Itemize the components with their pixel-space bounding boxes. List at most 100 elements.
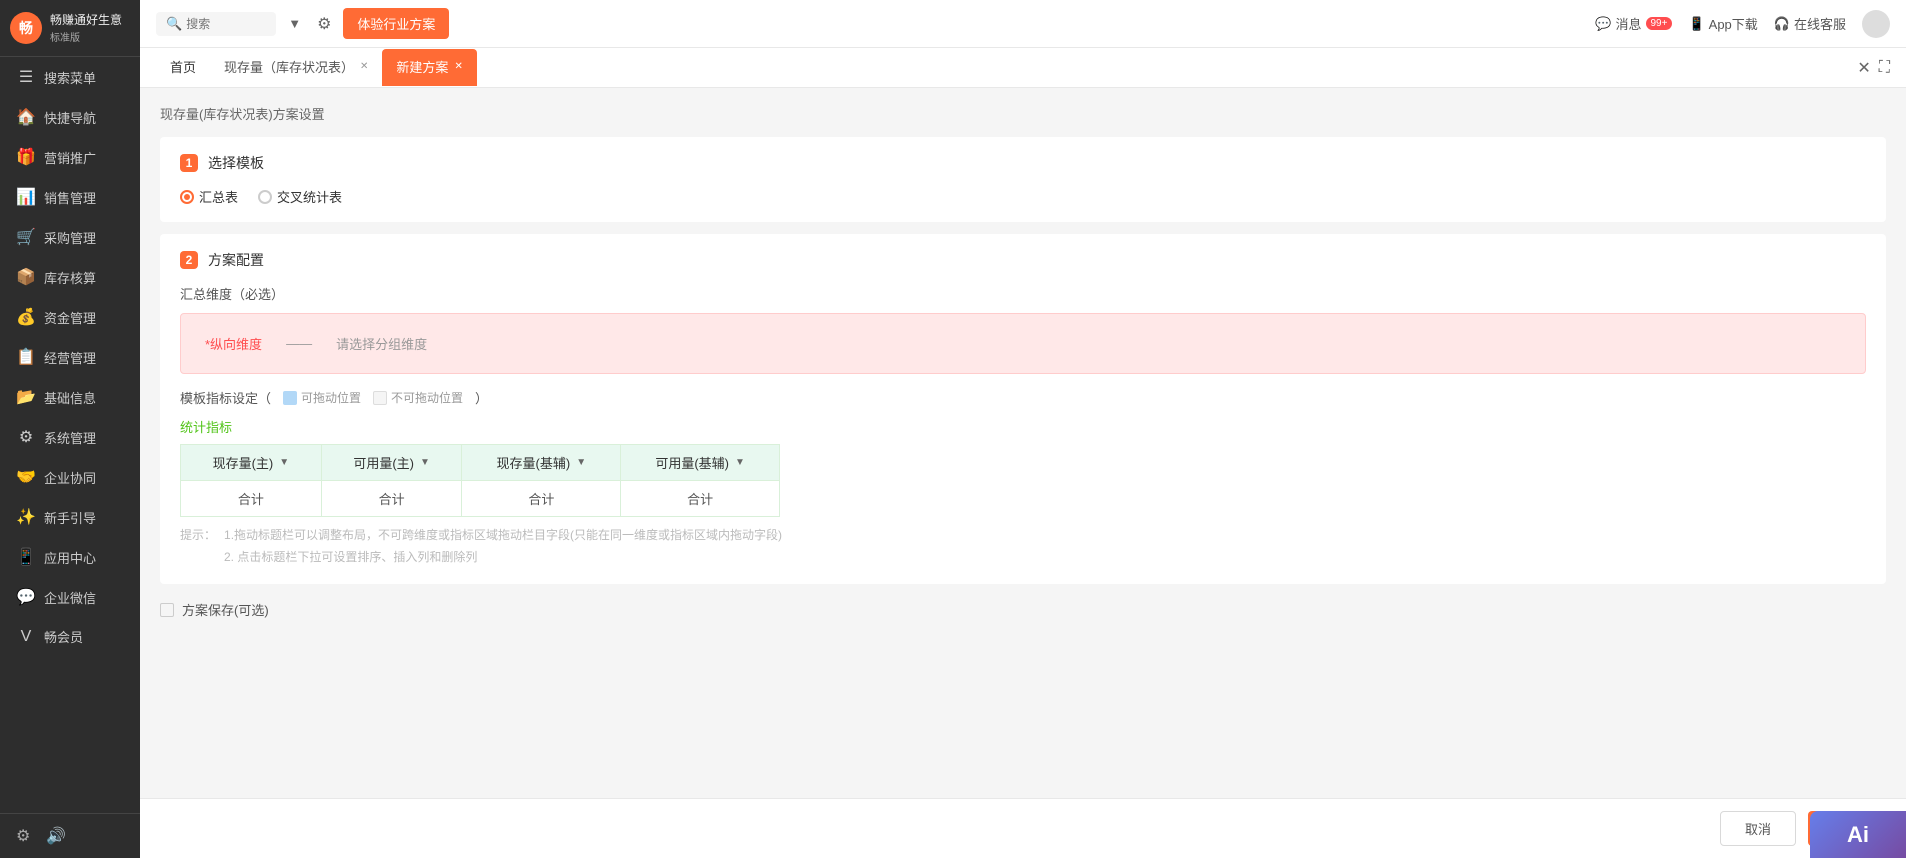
window-close-icon[interactable]: ✕	[1857, 58, 1870, 78]
section1-num: 1	[180, 154, 198, 172]
cell-00: 合计	[181, 481, 322, 517]
sidebar-item-label: 企业微信	[44, 588, 96, 607]
sidebar-item-appstore[interactable]: 📱 应用中心	[0, 537, 140, 577]
sound-icon[interactable]: 🔊	[46, 826, 66, 846]
tab-home[interactable]: 首页	[156, 49, 210, 86]
table-row: 合计 合计 合计 合计	[181, 481, 780, 517]
tab-inventory[interactable]: 现存量（库存状况表） ✕	[210, 49, 382, 86]
radio-dot-cross	[258, 190, 272, 204]
chevron-down-icon-1[interactable]: ▼	[420, 457, 430, 468]
cancel-button[interactable]: 取消	[1720, 811, 1796, 846]
industry-solution-button[interactable]: 体验行业方案	[343, 8, 449, 39]
clipboard-icon: 📋	[16, 347, 36, 367]
message-badge: 99+	[1646, 17, 1673, 30]
th-available-aux-label: 可用量(基辅)	[655, 453, 729, 472]
sidebar-item-label: 新手引导	[44, 508, 96, 527]
legend-movable: 可拖动位置	[283, 389, 361, 406]
online-service-button[interactable]: 🎧 在线客服	[1774, 14, 1846, 33]
dropdown-icon[interactable]: ▼	[288, 16, 301, 31]
ai-badge[interactable]: Ai	[1810, 811, 1906, 858]
box-icon: 📦	[16, 267, 36, 287]
search-box[interactable]: 🔍	[156, 12, 276, 36]
cell-02: 合计	[462, 481, 621, 517]
sidebar-item-marketing[interactable]: 🎁 营销推广	[0, 137, 140, 177]
dimension-area[interactable]: *纵向维度 —— 请选择分组维度	[180, 313, 1866, 374]
sidebar-bottom: ⚙ 🔊	[0, 813, 140, 858]
section-choose-template: 1 选择模板 汇总表 交叉统计表	[160, 137, 1886, 222]
sidebar-item-finance[interactable]: 💰 资金管理	[0, 297, 140, 337]
ai-label: Ai	[1847, 822, 1869, 848]
dim-label: *纵向维度	[205, 334, 262, 353]
user-avatar[interactable]	[1862, 10, 1890, 38]
sidebar-item-label: 销售管理	[44, 188, 96, 207]
tips-area: 提示：1.拖动标题栏可以调整布局，不可跨维度或指标区域拖动栏目字段(只能在同一维…	[180, 525, 1866, 568]
sidebar-item-purchase[interactable]: 🛒 采购管理	[0, 217, 140, 257]
tip-1: 1.拖动标题栏可以调整布局，不可跨维度或指标区域拖动栏目字段(只能在同一维度或指…	[224, 525, 782, 547]
tab-bar: 首页 现存量（库存状况表） ✕ 新建方案 ✕ ✕ ⛶	[140, 48, 1906, 88]
legend-fixed: 不可拖动位置	[373, 389, 463, 406]
topbar-right: 💬 消息 99+ 📱 App下载 🎧 在线客服	[1595, 10, 1890, 38]
app-download-button[interactable]: 📱 App下载	[1688, 14, 1757, 33]
sidebar-item-label: 库存核算	[44, 268, 96, 287]
message-button[interactable]: 💬 消息 99+	[1595, 14, 1672, 33]
sidebar-item-system[interactable]: ⚙ 系统管理	[0, 417, 140, 457]
save-checkbox[interactable]	[160, 603, 174, 617]
window-expand-icon[interactable]: ⛶	[1879, 59, 1890, 77]
sidebar-item-label: 采购管理	[44, 228, 96, 247]
sidebar-item-label: 经营管理	[44, 348, 96, 367]
sidebar-item-label: 应用中心	[44, 548, 96, 567]
cell-01: 合计	[321, 481, 462, 517]
settings-icon[interactable]: ⚙	[16, 826, 30, 846]
sidebar-item-guide[interactable]: ✨ 新手引导	[0, 497, 140, 537]
search-input[interactable]	[186, 17, 266, 31]
legend-fixed-box	[373, 391, 387, 405]
radio-summary-table[interactable]: 汇总表	[180, 187, 238, 206]
sidebar-item-inventory[interactable]: 📦 库存核算	[0, 257, 140, 297]
settings-gear-icon[interactable]: ⚙	[317, 14, 331, 34]
legend-movable-box	[283, 391, 297, 405]
dim-placeholder: 请选择分组维度	[336, 334, 427, 353]
section-plan-config: 2 方案配置 汇总维度（必选） *纵向维度 —— 请选择分组维度 模板指标设定（…	[160, 234, 1886, 584]
section1-header: 1 选择模板	[180, 153, 1866, 173]
sidebar-item-member[interactable]: V 畅会员	[0, 617, 140, 656]
gear-icon: ⚙	[16, 427, 36, 447]
sidebar-item-wechat[interactable]: 💬 企业微信	[0, 577, 140, 617]
radio-dot-summary	[180, 190, 194, 204]
app-name: 畅赚通好生意	[50, 12, 122, 29]
sidebar: 畅 畅赚通好生意 标准版 ☰ 搜索菜单 🏠 快捷导航 🎁 营销推广 📊 销售管理…	[0, 0, 140, 858]
headphone-icon: 🎧	[1774, 16, 1790, 32]
sidebar-item-nav[interactable]: 🏠 快捷导航	[0, 97, 140, 137]
sidebar-item-label: 系统管理	[44, 428, 96, 447]
sidebar-item-sales[interactable]: 📊 销售管理	[0, 177, 140, 217]
app-label: App下载	[1709, 14, 1758, 33]
legend-fixed-label: 不可拖动位置	[391, 389, 463, 406]
sidebar-item-management[interactable]: 📋 经营管理	[0, 337, 140, 377]
tip-indent	[180, 547, 216, 569]
chevron-down-icon-2[interactable]: ▼	[576, 457, 586, 468]
chevron-down-icon-3[interactable]: ▼	[735, 457, 745, 468]
tab-inventory-close-icon[interactable]: ✕	[360, 61, 368, 72]
cart-icon: 🛒	[16, 227, 36, 247]
sidebar-item-label: 基础信息	[44, 388, 96, 407]
sidebar-item-basic[interactable]: 📂 基础信息	[0, 377, 140, 417]
sidebar-item-search[interactable]: ☰ 搜索菜单	[0, 57, 140, 97]
radio-cross-table[interactable]: 交叉统计表	[258, 187, 342, 206]
save-label: 方案保存(可选)	[182, 600, 269, 619]
handshake-icon: 🤝	[16, 467, 36, 487]
sidebar-item-label: 搜索菜单	[44, 68, 96, 87]
sidebar-item-label: 资金管理	[44, 308, 96, 327]
chevron-down-icon-0[interactable]: ▼	[279, 457, 289, 468]
tab-new-plan-close-icon[interactable]: ✕	[454, 61, 462, 72]
cell-03: 合计	[621, 481, 780, 517]
section2-header: 2 方案配置	[180, 250, 1866, 270]
tab-new-plan[interactable]: 新建方案 ✕	[382, 49, 476, 86]
app-icon: 📱	[1688, 16, 1704, 32]
th-available-main: 可用量(主) ▼	[321, 445, 462, 481]
topbar: 🔍 ▼ ⚙ 体验行业方案 💬 消息 99+ 📱 App下载 🎧 在线客服	[140, 0, 1906, 48]
sidebar-item-enterprise[interactable]: 🤝 企业协同	[0, 457, 140, 497]
sidebar-item-label: 快捷导航	[44, 108, 96, 127]
sidebar-item-label: 企业协同	[44, 468, 96, 487]
dim-dash: ——	[286, 336, 312, 351]
section2-num: 2	[180, 251, 198, 269]
message-icon: 💬	[1595, 16, 1611, 32]
